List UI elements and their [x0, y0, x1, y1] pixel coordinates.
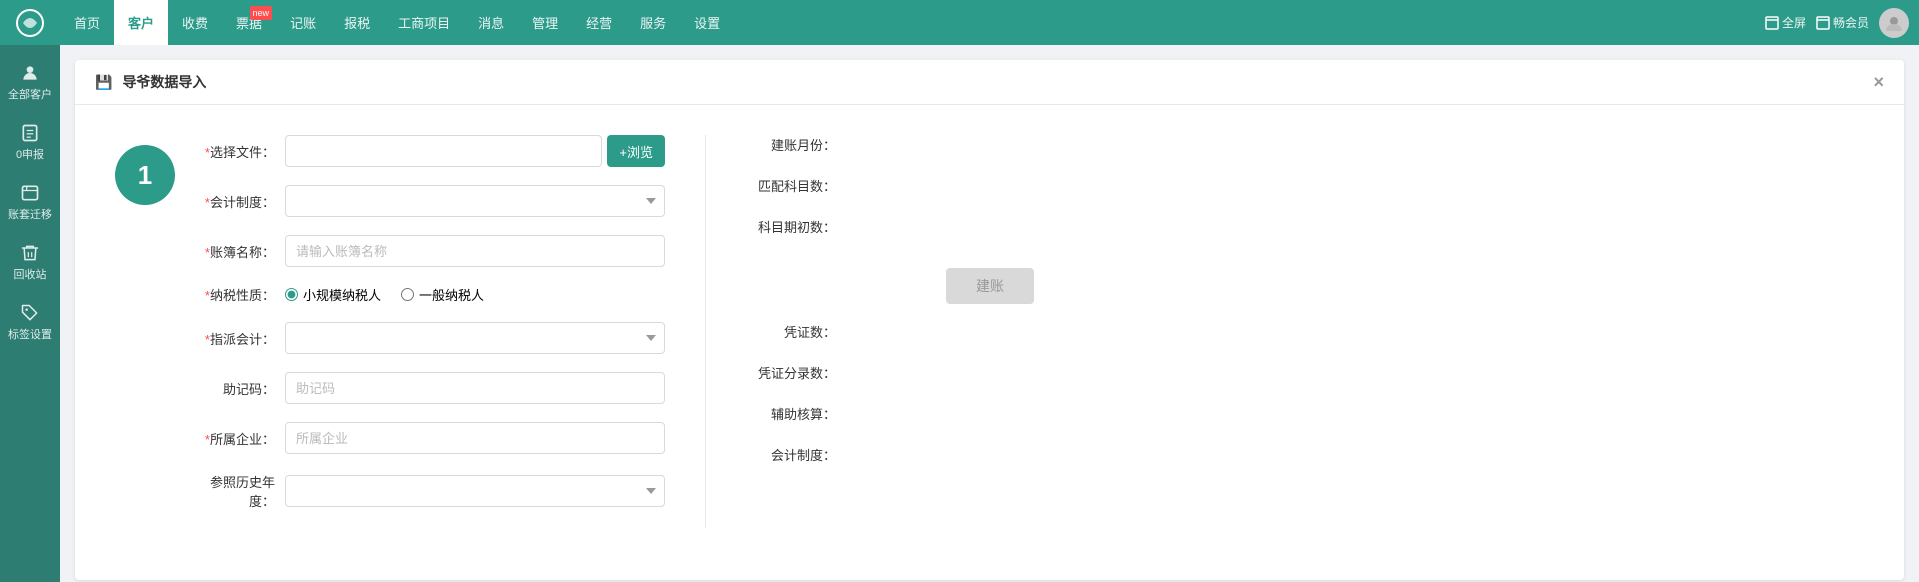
build-account-button[interactable]: 建账	[946, 268, 1034, 304]
nav-item-tax[interactable]: 报税	[330, 0, 384, 45]
main-layout: 全部客户 0申报 账套迁移 回收站	[0, 45, 1919, 582]
nav-item-messages[interactable]: 消息	[464, 0, 518, 45]
nav-item-management[interactable]: 管理	[518, 0, 572, 45]
nav-item-home[interactable]: 首页	[60, 0, 114, 45]
import-icon: 💾	[95, 74, 112, 91]
company-row: *所属企业：	[195, 422, 665, 454]
tax-radio-general[interactable]: 一般纳税人	[401, 285, 484, 304]
accounting-label: *会计制度：	[195, 192, 275, 211]
memo-input[interactable]	[285, 372, 665, 404]
new-badge: new	[250, 6, 273, 20]
year-select[interactable]	[285, 475, 665, 507]
form-section: 1 *选择文件： +浏览	[115, 135, 665, 528]
nav-right-area: 全屏 畅会员	[1765, 8, 1909, 38]
nav-item-settings[interactable]: 设置	[680, 0, 734, 45]
auxiliary-row: 辅助核算：	[746, 404, 1864, 423]
build-month-row: 建账月份：	[746, 135, 1864, 154]
accounting-select[interactable]	[285, 185, 665, 217]
user-avatar[interactable]	[1879, 8, 1909, 38]
file-label: *选择文件：	[195, 142, 275, 161]
step-badge: 1	[115, 145, 175, 205]
file-input[interactable]	[285, 135, 602, 167]
tax-radio-group: 小规模纳税人 一般纳税人	[285, 285, 665, 304]
year-label: 参照历史年度：	[195, 472, 275, 510]
fullscreen-button[interactable]: 全屏	[1765, 14, 1806, 31]
match-subjects-label: 匹配科目数：	[746, 176, 836, 195]
sidebar-item-account-migration[interactable]: 账套迁移	[0, 175, 60, 230]
dialog-title: 导爷数据导入	[122, 72, 206, 92]
vip-button[interactable]: 畅会员	[1816, 14, 1869, 31]
accounting-row: *会计制度：	[195, 185, 665, 217]
auxiliary-label: 辅助核算：	[746, 404, 836, 423]
sidebar-item-all-customers[interactable]: 全部客户	[0, 55, 60, 110]
dialog-header: 💾 导爷数据导入 ×	[75, 60, 1904, 105]
memo-label: 助记码：	[195, 379, 275, 398]
nav-item-services[interactable]: 服务	[626, 0, 680, 45]
period-initial-row: 科目期初数：	[746, 217, 1864, 236]
info-section: 建账月份： 匹配科目数： 科目期初数： 建账	[746, 135, 1864, 528]
build-month-label: 建账月份：	[746, 135, 836, 154]
ledger-name-row: *账簿名称：	[195, 235, 665, 267]
company-label: *所属企业：	[195, 429, 275, 448]
nav-item-bookkeeping[interactable]: 记账	[276, 0, 330, 45]
voucher-entries-label: 凭证分录数：	[746, 363, 836, 382]
ledger-name-label: *账簿名称：	[195, 242, 275, 261]
tax-type-row: *纳税性质： 小规模纳税人 一般纳税人	[195, 285, 665, 304]
ledger-name-input[interactable]	[285, 235, 665, 267]
accountant-label: *指派会计：	[195, 329, 275, 348]
year-row: 参照历史年度：	[195, 472, 665, 510]
nav-item-billing[interactable]: 收费	[168, 0, 222, 45]
nav-item-business[interactable]: 工商项目	[384, 0, 464, 45]
accountant-select[interactable]	[285, 322, 665, 354]
file-row: *选择文件： +浏览	[195, 135, 665, 167]
dialog-body: 1 *选择文件： +浏览	[75, 105, 1904, 558]
tax-radio-small[interactable]: 小规模纳税人	[285, 285, 381, 304]
period-initial-label: 科目期初数：	[746, 217, 836, 236]
build-button-container: 建账	[846, 258, 1864, 304]
match-subjects-row: 匹配科目数：	[746, 176, 1864, 195]
sidebar-item-tag-settings[interactable]: 标签设置	[0, 295, 60, 350]
voucher-count-label: 凭证数：	[746, 322, 836, 341]
dialog-close-button[interactable]: ×	[1873, 73, 1884, 91]
top-navigation: 首页 客户 收费 票据 new 记账 报税 工商项目 消息 管理 经营 服务 设…	[0, 0, 1919, 45]
dialog-title-area: 💾 导爷数据导入	[95, 72, 206, 92]
form-fields: *选择文件： +浏览 *会计制度：	[195, 135, 665, 528]
dialog-wrapper: 💾 导爷数据导入 × 1 *选择文件：	[75, 60, 1904, 580]
logo	[10, 3, 50, 43]
content-area: 💾 导爷数据导入 × 1 *选择文件：	[60, 45, 1919, 582]
voucher-count-row: 凭证数：	[746, 322, 1864, 341]
voucher-entries-row: 凭证分录数：	[746, 363, 1864, 382]
accountant-row: *指派会计：	[195, 322, 665, 354]
form-with-step: 1 *选择文件： +浏览	[115, 135, 665, 528]
memo-row: 助记码：	[195, 372, 665, 404]
nav-item-customers[interactable]: 客户	[114, 0, 168, 45]
section-divider	[705, 135, 706, 528]
accounting-system-label: 会计制度：	[746, 445, 836, 464]
accounting-system-row: 会计制度：	[746, 445, 1864, 464]
sidebar-item-zero-report[interactable]: 0申报	[0, 115, 60, 170]
nav-item-invoice[interactable]: 票据 new	[222, 0, 276, 45]
file-input-area: +浏览	[285, 135, 665, 167]
tax-type-label: *纳税性质：	[195, 285, 275, 304]
nav-item-operations[interactable]: 经营	[572, 0, 626, 45]
browse-button[interactable]: +浏览	[607, 135, 665, 167]
company-input[interactable]	[285, 422, 665, 454]
sidebar: 全部客户 0申报 账套迁移 回收站	[0, 45, 60, 582]
sidebar-item-recycle-bin[interactable]: 回收站	[0, 235, 60, 290]
